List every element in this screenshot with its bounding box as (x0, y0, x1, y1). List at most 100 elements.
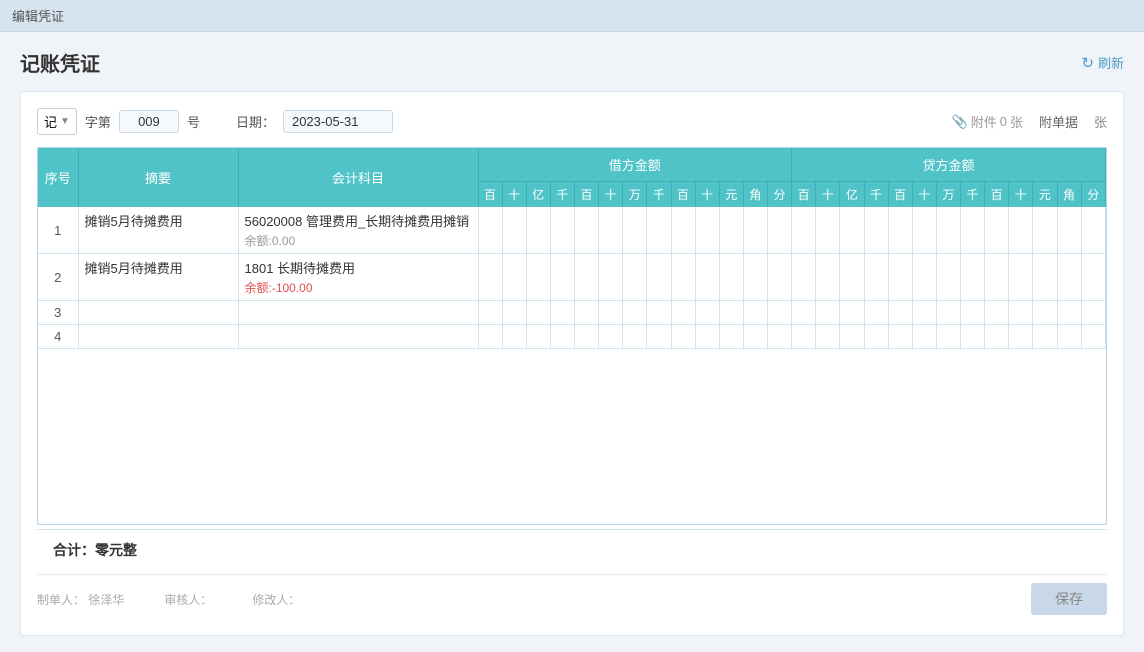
debit-amount-cell[interactable] (719, 207, 743, 254)
credit-amount-cell[interactable] (888, 207, 912, 254)
row-account[interactable] (238, 325, 478, 349)
debit-amount-cell[interactable] (599, 301, 623, 325)
credit-amount-cell[interactable] (864, 325, 888, 349)
debit-amount-cell[interactable] (623, 325, 647, 349)
credit-amount-cell[interactable] (816, 254, 840, 301)
row-summary[interactable]: 摊销5月待摊费用 (78, 207, 238, 254)
debit-amount-cell[interactable] (623, 254, 647, 301)
credit-amount-cell[interactable] (961, 254, 985, 301)
credit-amount-cell[interactable] (1081, 301, 1105, 325)
refresh-button[interactable]: ↻ 刷新 (1081, 53, 1124, 72)
debit-amount-cell[interactable] (743, 207, 767, 254)
credit-amount-cell[interactable] (864, 301, 888, 325)
credit-amount-cell[interactable] (936, 207, 960, 254)
debit-amount-cell[interactable] (550, 254, 574, 301)
debit-amount-cell[interactable] (647, 254, 671, 301)
debit-amount-cell[interactable] (623, 207, 647, 254)
credit-amount-cell[interactable] (1081, 254, 1105, 301)
credit-amount-cell[interactable] (985, 301, 1009, 325)
credit-amount-cell[interactable] (912, 325, 936, 349)
credit-amount-cell[interactable] (912, 207, 936, 254)
credit-amount-cell[interactable] (816, 301, 840, 325)
debit-amount-cell[interactable] (671, 207, 695, 254)
credit-amount-cell[interactable] (985, 325, 1009, 349)
credit-amount-cell[interactable] (840, 254, 864, 301)
voucher-type-dropdown[interactable]: 记 ▼ (37, 108, 77, 135)
debit-amount-cell[interactable] (575, 254, 599, 301)
debit-amount-cell[interactable] (743, 325, 767, 349)
credit-amount-cell[interactable] (961, 325, 985, 349)
voucher-number-input[interactable] (119, 110, 179, 133)
credit-amount-cell[interactable] (961, 301, 985, 325)
credit-amount-cell[interactable] (864, 207, 888, 254)
debit-amount-cell[interactable] (768, 301, 792, 325)
debit-amount-cell[interactable] (599, 207, 623, 254)
debit-amount-cell[interactable] (719, 254, 743, 301)
debit-amount-cell[interactable] (671, 325, 695, 349)
debit-amount-cell[interactable] (502, 207, 526, 254)
credit-amount-cell[interactable] (1033, 207, 1057, 254)
credit-amount-cell[interactable] (888, 254, 912, 301)
debit-amount-cell[interactable] (719, 301, 743, 325)
credit-amount-cell[interactable] (1057, 301, 1081, 325)
credit-amount-cell[interactable] (840, 325, 864, 349)
debit-amount-cell[interactable] (768, 207, 792, 254)
row-account[interactable] (238, 301, 478, 325)
debit-amount-cell[interactable] (768, 325, 792, 349)
credit-amount-cell[interactable] (792, 325, 816, 349)
debit-amount-cell[interactable] (478, 207, 502, 254)
debit-amount-cell[interactable] (550, 207, 574, 254)
credit-amount-cell[interactable] (985, 254, 1009, 301)
credit-amount-cell[interactable] (1009, 301, 1033, 325)
credit-amount-cell[interactable] (816, 325, 840, 349)
credit-amount-cell[interactable] (840, 207, 864, 254)
credit-amount-cell[interactable] (1057, 254, 1081, 301)
credit-amount-cell[interactable] (888, 325, 912, 349)
debit-amount-cell[interactable] (526, 301, 550, 325)
attachment-sheets[interactable]: 附单据 (1039, 112, 1078, 131)
row-summary[interactable]: 摊销5月待摊费用 (78, 254, 238, 301)
credit-amount-cell[interactable] (912, 254, 936, 301)
debit-amount-cell[interactable] (575, 207, 599, 254)
debit-amount-cell[interactable] (671, 301, 695, 325)
save-button[interactable]: 保存 (1031, 583, 1107, 615)
credit-amount-cell[interactable] (1057, 325, 1081, 349)
row-summary[interactable] (78, 325, 238, 349)
debit-amount-cell[interactable] (695, 301, 719, 325)
attachment-link[interactable]: 📎 附件 0 张 (952, 112, 1023, 131)
credit-amount-cell[interactable] (792, 254, 816, 301)
credit-amount-cell[interactable] (1033, 301, 1057, 325)
debit-amount-cell[interactable] (550, 301, 574, 325)
debit-amount-cell[interactable] (575, 301, 599, 325)
credit-amount-cell[interactable] (1009, 325, 1033, 349)
credit-amount-cell[interactable] (1009, 207, 1033, 254)
debit-amount-cell[interactable] (478, 254, 502, 301)
debit-amount-cell[interactable] (671, 254, 695, 301)
debit-amount-cell[interactable] (695, 254, 719, 301)
table-scroll-container[interactable]: 序号 摘要 会计科目 借方金额 贷方金额 百十亿千百十万千百十元角分百十亿千百十… (38, 148, 1106, 349)
credit-amount-cell[interactable] (936, 301, 960, 325)
debit-amount-cell[interactable] (695, 325, 719, 349)
debit-amount-cell[interactable] (623, 301, 647, 325)
debit-amount-cell[interactable] (647, 325, 671, 349)
credit-amount-cell[interactable] (936, 325, 960, 349)
credit-amount-cell[interactable] (1009, 254, 1033, 301)
debit-amount-cell[interactable] (768, 254, 792, 301)
debit-amount-cell[interactable] (502, 325, 526, 349)
debit-amount-cell[interactable] (647, 301, 671, 325)
debit-amount-cell[interactable] (478, 325, 502, 349)
credit-amount-cell[interactable] (840, 301, 864, 325)
debit-amount-cell[interactable] (575, 325, 599, 349)
credit-amount-cell[interactable] (792, 207, 816, 254)
debit-amount-cell[interactable] (526, 325, 550, 349)
credit-amount-cell[interactable] (1081, 325, 1105, 349)
debit-amount-cell[interactable] (695, 207, 719, 254)
credit-amount-cell[interactable] (961, 207, 985, 254)
debit-amount-cell[interactable] (743, 301, 767, 325)
debit-amount-cell[interactable] (526, 254, 550, 301)
debit-amount-cell[interactable] (526, 207, 550, 254)
debit-amount-cell[interactable] (502, 254, 526, 301)
credit-amount-cell[interactable] (888, 301, 912, 325)
credit-amount-cell[interactable] (864, 254, 888, 301)
debit-amount-cell[interactable] (719, 325, 743, 349)
